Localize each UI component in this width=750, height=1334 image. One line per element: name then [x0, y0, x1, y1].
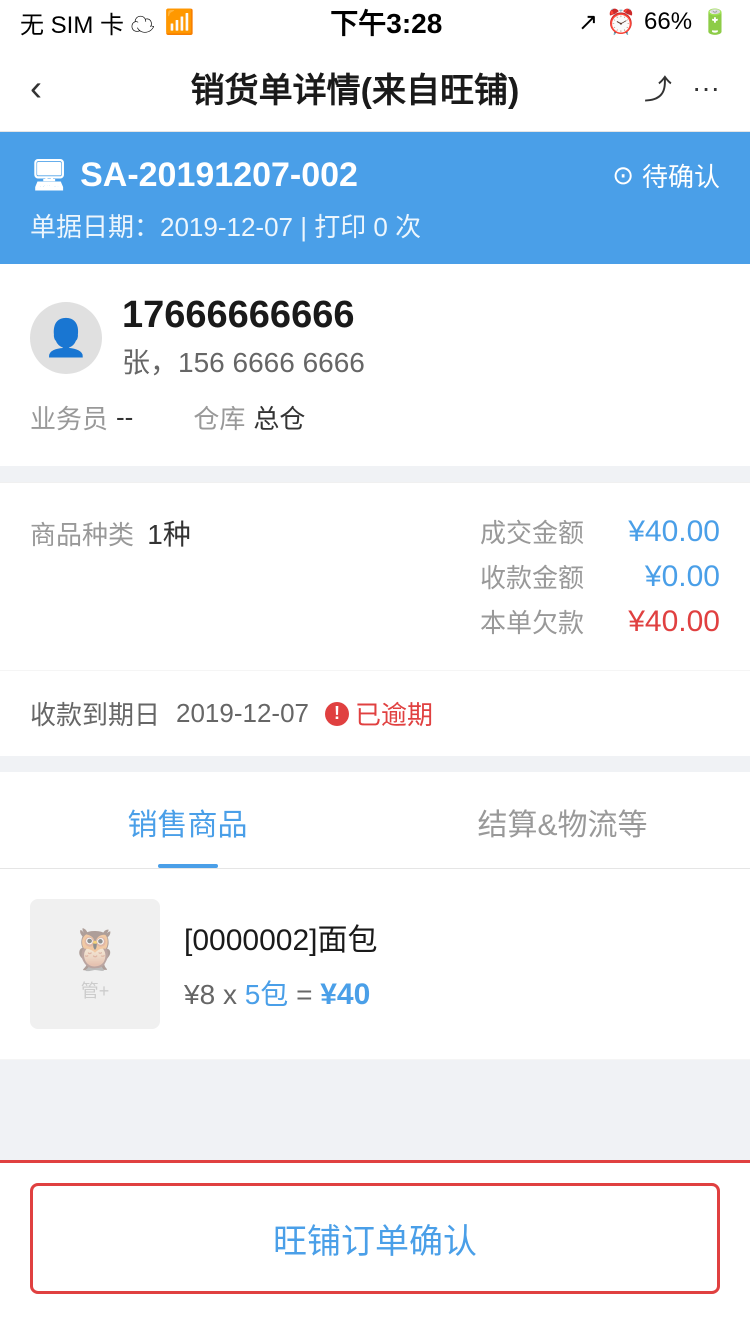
- product-multiply: x: [223, 979, 245, 1010]
- salesperson-label: 业务员: [30, 399, 108, 436]
- status-clock-icon: ⊙: [612, 160, 634, 191]
- customer-phone: 17666666666: [122, 294, 365, 337]
- order-date: 单据日期：2019-12-07 | 打印 0 次: [30, 207, 720, 244]
- tab-products[interactable]: 销售商品: [0, 772, 375, 868]
- order-status: ⊙ 待确认: [612, 157, 720, 194]
- avatar-icon: 👤: [44, 317, 89, 359]
- alarm-icon: ⏰: [606, 8, 636, 37]
- battery-icon: 🔋: [700, 8, 730, 37]
- summary-section: 商品种类 1种 成交金额 ¥40.00 收款金额 ¥0.00 本单欠款 ¥40.…: [0, 482, 750, 670]
- product-list: 🦉 管+ [0000002]面包 ¥8 x 5包 = ¥40: [0, 869, 750, 1060]
- status-left: 无 SIM 卡 ☁ 📶: [20, 5, 195, 40]
- sim-label: 无 SIM 卡 ☁: [20, 5, 155, 40]
- tabs-container: 销售商品 结算&物流等: [0, 772, 750, 869]
- product-name: [0000002]面包: [184, 915, 720, 959]
- customer-name: 张，156 6666 6666: [122, 341, 365, 381]
- product-total: ¥40: [320, 978, 370, 1011]
- overdue-icon: !: [325, 702, 349, 726]
- transaction-label: 成交金额: [480, 513, 584, 550]
- payment-amount: ¥0.00: [600, 560, 720, 594]
- order-status-label: 待确认: [642, 157, 720, 194]
- overdue-label: 已逾期: [355, 695, 433, 732]
- product-types-label: 商品种类: [30, 520, 134, 550]
- nav-actions: ⤴ ···: [620, 68, 720, 108]
- more-button[interactable]: ···: [692, 72, 720, 104]
- salesperson-value: --: [116, 402, 133, 433]
- thumb-inner: 🦉 管+: [70, 926, 120, 1003]
- transaction-amount: ¥40.00: [600, 515, 720, 549]
- product-equals: =: [296, 979, 320, 1010]
- tab-products-label: 销售商品: [128, 809, 248, 842]
- warehouse-value: 总仓: [253, 399, 305, 436]
- product-qty: 5包: [245, 979, 289, 1010]
- debt-amount: ¥40.00: [600, 605, 720, 639]
- debt-label: 本单欠款: [480, 603, 584, 640]
- share-button[interactable]: ⤴: [644, 68, 672, 108]
- nav-bar: ‹ 销货单详情(来自旺铺) ⤴ ···: [0, 44, 750, 132]
- confirm-order-button[interactable]: 旺铺订单确认: [30, 1183, 720, 1294]
- due-date-value: 2019-12-07: [176, 698, 309, 729]
- status-time: 下午3:28: [330, 2, 442, 42]
- product-thumbnail: 🦉 管+: [30, 899, 160, 1029]
- order-id-section: 🖥 SA-20191207-002: [30, 156, 358, 195]
- status-bar: 无 SIM 卡 ☁ 📶 下午3:28 ↗ ⏰ 66% 🔋: [0, 0, 750, 44]
- product-unit-price: ¥8: [184, 979, 215, 1010]
- due-date-label: 收款到期日: [30, 695, 160, 732]
- customer-section: 👤 17666666666 张，156 6666 6666 业务员 -- 仓库 …: [0, 264, 750, 466]
- order-id-text: SA-20191207-002: [80, 156, 358, 195]
- product-thumb-brand: 管+: [81, 977, 110, 1003]
- page-title: 销货单详情(来自旺铺): [90, 63, 620, 112]
- product-thumb-icon: 🦉: [70, 926, 120, 973]
- warehouse-label: 仓库: [193, 399, 245, 436]
- order-icon: 🖥: [30, 158, 68, 193]
- bottom-bar: 旺铺订单确认: [0, 1160, 750, 1334]
- tab-settlement-label: 结算&物流等: [477, 809, 647, 842]
- product-info: [0000002]面包 ¥8 x 5包 = ¥40: [184, 915, 720, 1013]
- due-date-section: 收款到期日 2019-12-07 ! 已逾期: [0, 670, 750, 756]
- payment-label: 收款金额: [480, 558, 584, 595]
- table-row: 🦉 管+ [0000002]面包 ¥8 x 5包 = ¥40: [0, 869, 750, 1060]
- battery-label: 66%: [644, 8, 692, 36]
- avatar: 👤: [30, 302, 102, 374]
- product-price-row: ¥8 x 5包 = ¥40: [184, 973, 720, 1013]
- location-icon: ↗: [578, 8, 598, 37]
- wifi-icon: 📶: [165, 8, 195, 37]
- back-button[interactable]: ‹: [30, 67, 90, 109]
- tab-settlement[interactable]: 结算&物流等: [375, 772, 750, 868]
- overdue-badge: ! 已逾期: [325, 695, 433, 732]
- product-count: 1种: [147, 519, 191, 550]
- order-header-banner: 🖥 SA-20191207-002 ⊙ 待确认 单据日期：2019-12-07 …: [0, 132, 750, 264]
- status-right: ↗ ⏰ 66% 🔋: [578, 8, 730, 37]
